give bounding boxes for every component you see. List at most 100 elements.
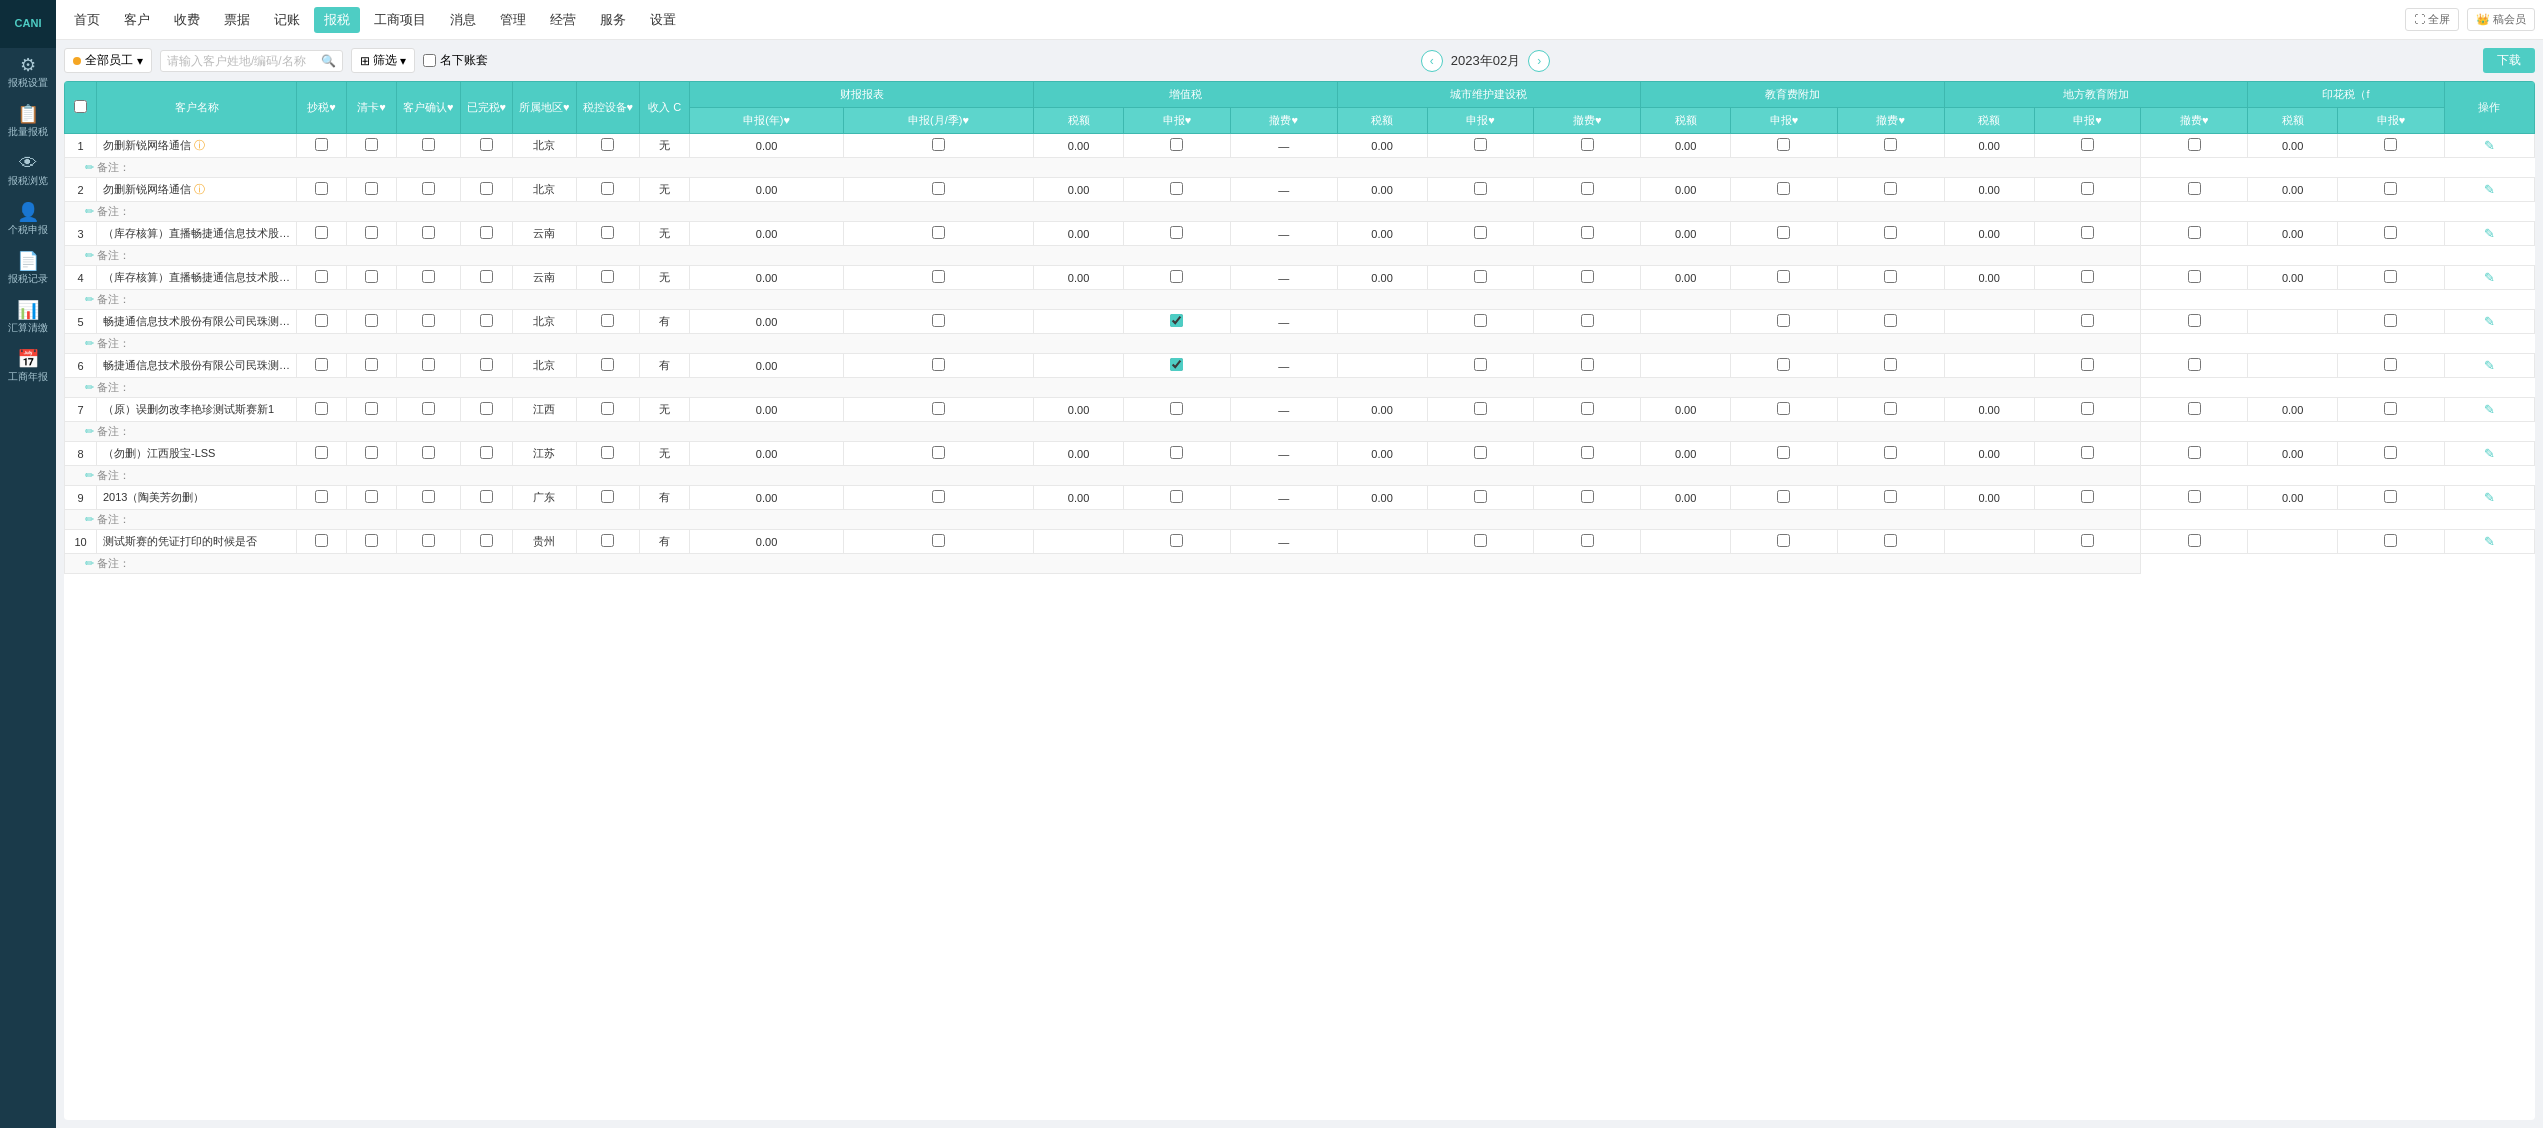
- edit-icon[interactable]: ✎: [2484, 490, 2495, 505]
- td-fin-month[interactable]: [844, 134, 1034, 158]
- stamp-declare-checkbox[interactable]: [2384, 446, 2397, 459]
- td-fin-month[interactable]: [844, 398, 1034, 422]
- confirmed-checkbox[interactable]: [422, 182, 435, 195]
- td-tax-copy[interactable]: [297, 178, 347, 202]
- td-local-waive[interactable]: [2141, 310, 2248, 334]
- clear-card-checkbox[interactable]: [365, 402, 378, 415]
- clear-card-checkbox[interactable]: [365, 314, 378, 327]
- date-next-button[interactable]: ›: [1528, 50, 1550, 72]
- tax-copy-checkbox[interactable]: [315, 182, 328, 195]
- city-declare-checkbox[interactable]: [1474, 402, 1487, 415]
- sidebar-item-summary[interactable]: 📊 汇算清缴: [0, 293, 56, 342]
- td-clear-card[interactable]: [347, 530, 397, 554]
- td-fin-month[interactable]: [844, 222, 1034, 246]
- td-city-declare[interactable]: [1427, 398, 1534, 422]
- clear-card-checkbox[interactable]: [365, 138, 378, 151]
- edu-declare-checkbox[interactable]: [1777, 270, 1790, 283]
- tax-copy-checkbox[interactable]: [315, 446, 328, 459]
- td-vat-declare[interactable]: [1124, 530, 1231, 554]
- td-local-declare[interactable]: [2034, 134, 2141, 158]
- td-confirmed[interactable]: [397, 398, 461, 422]
- td-edu-declare[interactable]: [1731, 398, 1838, 422]
- td-confirmed[interactable]: [397, 486, 461, 510]
- nav-invoice[interactable]: 票据: [214, 7, 260, 33]
- nav-home[interactable]: 首页: [64, 7, 110, 33]
- td-operation[interactable]: ✎: [2444, 310, 2534, 334]
- fin-month-checkbox[interactable]: [932, 270, 945, 283]
- td-tax-copy[interactable]: [297, 354, 347, 378]
- td-operation[interactable]: ✎: [2444, 486, 2534, 510]
- city-waive-checkbox[interactable]: [1581, 358, 1594, 371]
- td-clear-card[interactable]: [347, 354, 397, 378]
- fullscreen-button[interactable]: ⛶ 全屏: [2405, 8, 2459, 31]
- td-local-declare[interactable]: [2034, 266, 2141, 290]
- td-city-declare[interactable]: [1427, 134, 1534, 158]
- td-local-waive[interactable]: [2141, 266, 2248, 290]
- filter-button[interactable]: ⊞ 筛选 ▾: [351, 48, 415, 73]
- tax-device-checkbox[interactable]: [601, 490, 614, 503]
- named-accounts-checkbox[interactable]: [423, 54, 436, 67]
- td-tax-device[interactable]: [576, 398, 640, 422]
- vat-declare-checkbox[interactable]: [1170, 358, 1183, 371]
- local-declare-checkbox[interactable]: [2081, 314, 2094, 327]
- local-waive-checkbox[interactable]: [2188, 182, 2201, 195]
- td-city-waive[interactable]: [1534, 486, 1641, 510]
- nav-billing[interactable]: 收费: [164, 7, 210, 33]
- edit-icon[interactable]: ✎: [2484, 314, 2495, 329]
- stamp-declare-checkbox[interactable]: [2384, 490, 2397, 503]
- td-clear-card[interactable]: [347, 442, 397, 466]
- edu-declare-checkbox[interactable]: [1777, 226, 1790, 239]
- local-declare-checkbox[interactable]: [2081, 446, 2094, 459]
- td-vat-declare[interactable]: [1124, 178, 1231, 202]
- declared-checkbox[interactable]: [480, 402, 493, 415]
- confirmed-checkbox[interactable]: [422, 446, 435, 459]
- nav-industrial[interactable]: 工商项目: [364, 7, 436, 33]
- td-city-waive[interactable]: [1534, 354, 1641, 378]
- td-city-declare[interactable]: [1427, 266, 1534, 290]
- city-declare-checkbox[interactable]: [1474, 358, 1487, 371]
- td-operation[interactable]: ✎: [2444, 266, 2534, 290]
- td-local-waive[interactable]: [2141, 398, 2248, 422]
- edit-icon[interactable]: ✎: [2484, 226, 2495, 241]
- td-local-waive[interactable]: [2141, 442, 2248, 466]
- fin-month-checkbox[interactable]: [932, 314, 945, 327]
- select-all-checkbox[interactable]: [74, 100, 87, 113]
- td-clear-card[interactable]: [347, 222, 397, 246]
- td-tax-copy[interactable]: [297, 222, 347, 246]
- confirmed-checkbox[interactable]: [422, 270, 435, 283]
- td-local-declare[interactable]: [2034, 310, 2141, 334]
- sidebar-item-tax-view[interactable]: 👁 报税浏览: [0, 146, 56, 195]
- td-operation[interactable]: ✎: [2444, 178, 2534, 202]
- td-note[interactable]: ✏备注：: [65, 554, 2141, 574]
- td-edu-waive[interactable]: [1837, 222, 1944, 246]
- confirmed-checkbox[interactable]: [422, 226, 435, 239]
- nav-management[interactable]: 管理: [490, 7, 536, 33]
- edu-waive-checkbox[interactable]: [1884, 534, 1897, 547]
- member-button[interactable]: 👑 稿会员: [2467, 8, 2535, 31]
- fin-month-checkbox[interactable]: [932, 358, 945, 371]
- td-tax-copy[interactable]: [297, 486, 347, 510]
- td-edu-waive[interactable]: [1837, 310, 1944, 334]
- city-declare-checkbox[interactable]: [1474, 314, 1487, 327]
- city-waive-checkbox[interactable]: [1581, 446, 1594, 459]
- td-local-declare[interactable]: [2034, 486, 2141, 510]
- tax-device-checkbox[interactable]: [601, 314, 614, 327]
- tax-device-checkbox[interactable]: [601, 226, 614, 239]
- td-note[interactable]: ✏备注：: [65, 202, 2141, 222]
- city-waive-checkbox[interactable]: [1581, 226, 1594, 239]
- edu-waive-checkbox[interactable]: [1884, 226, 1897, 239]
- local-declare-checkbox[interactable]: [2081, 402, 2094, 415]
- td-fin-month[interactable]: [844, 486, 1034, 510]
- td-local-declare[interactable]: [2034, 354, 2141, 378]
- td-stamp-declare[interactable]: [2338, 134, 2445, 158]
- td-stamp-declare[interactable]: [2338, 222, 2445, 246]
- td-vat-declare[interactable]: [1124, 222, 1231, 246]
- td-stamp-declare[interactable]: [2338, 178, 2445, 202]
- td-edu-waive[interactable]: [1837, 266, 1944, 290]
- td-operation[interactable]: ✎: [2444, 398, 2534, 422]
- td-fin-month[interactable]: [844, 530, 1034, 554]
- edit-icon[interactable]: ✎: [2484, 270, 2495, 285]
- td-vat-declare[interactable]: [1124, 134, 1231, 158]
- td-local-waive[interactable]: [2141, 354, 2248, 378]
- td-edu-waive[interactable]: [1837, 354, 1944, 378]
